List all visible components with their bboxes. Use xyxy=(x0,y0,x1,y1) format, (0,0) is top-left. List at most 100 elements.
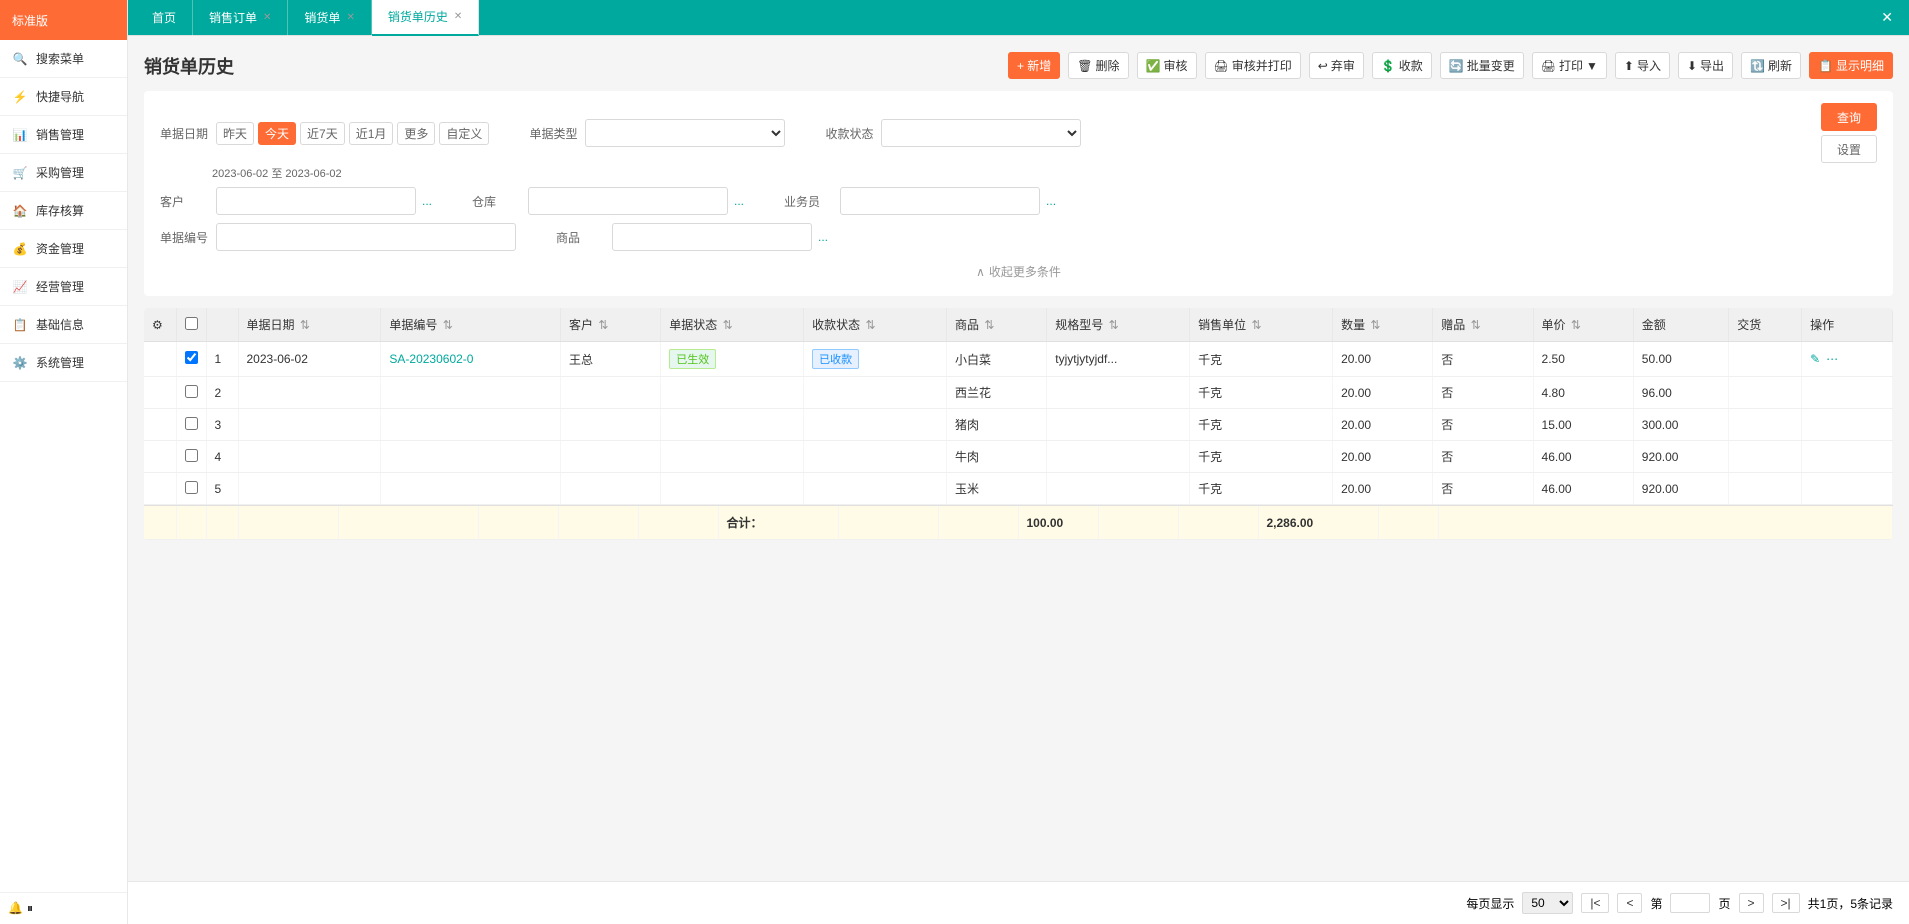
row-checkbox-cell[interactable] xyxy=(176,342,206,377)
date-range-display: 2023-06-02 至 2023-06-02 xyxy=(212,165,1877,181)
row-checkbox[interactable] xyxy=(185,417,198,430)
select-all-checkbox[interactable] xyxy=(185,317,198,330)
delete-button[interactable]: 🗑 删除 xyxy=(1068,52,1128,79)
doc-no-input[interactable] xyxy=(216,223,516,251)
page-number-input[interactable]: 1 xyxy=(1670,893,1710,913)
export-button[interactable]: ⬇ 导出 xyxy=(1678,52,1733,79)
warehouse-picker-icon[interactable]: ... xyxy=(734,194,744,208)
goods-col-header[interactable]: 商品 ⇅ xyxy=(947,308,1047,342)
customer-input[interactable] xyxy=(216,187,416,215)
rownum-cell: 2 xyxy=(206,377,238,409)
docno-col-header[interactable]: 单据编号 ⇅ xyxy=(381,308,561,342)
abandon-button[interactable]: ↩ 弃审 xyxy=(1309,52,1364,79)
next-page-button[interactable]: > xyxy=(1739,893,1764,913)
refresh-button[interactable]: 🔃 刷新 xyxy=(1741,52,1801,79)
customer-cell xyxy=(561,377,661,409)
tab-sales-order[interactable]: 销售订单 ✕ xyxy=(193,0,288,36)
row-checkbox-cell[interactable] xyxy=(176,409,206,441)
edit-link[interactable]: ✎ xyxy=(1810,352,1820,366)
sidebar-item-quick-nav[interactable]: ⚡ 快捷导航 xyxy=(0,78,127,116)
date-cell xyxy=(238,441,381,473)
row-checkbox[interactable] xyxy=(185,385,198,398)
last-page-button[interactable]: >| xyxy=(1772,893,1800,913)
show-detail-button[interactable]: 📋 显示明细 xyxy=(1809,52,1893,79)
sidebar-bottom-icon1[interactable]: 🔔 xyxy=(8,901,23,916)
date-btn-today[interactable]: 今天 xyxy=(258,122,296,145)
sidebar-item-inventory[interactable]: 🏠 库存核算 xyxy=(0,192,127,230)
print-button[interactable]: 🖨 打印 ▼ xyxy=(1532,52,1607,79)
date-col-header[interactable]: 单据日期 ⇅ xyxy=(238,308,381,342)
row-checkbox[interactable] xyxy=(185,449,198,462)
tab-sales-history[interactable]: 销货单历史 ✕ xyxy=(372,0,479,36)
trade-cell xyxy=(1729,409,1802,441)
row-checkbox-cell[interactable] xyxy=(176,377,206,409)
doc-no-label: 单据编号 xyxy=(160,229,210,246)
doc-type-select[interactable] xyxy=(585,119,785,147)
tab-sales-order-close[interactable]: ✕ xyxy=(263,12,271,23)
customer-picker-icon[interactable]: ... xyxy=(422,194,432,208)
prev-page-button[interactable]: < xyxy=(1617,893,1642,913)
staff-picker-icon[interactable]: ... xyxy=(1046,194,1056,208)
spec-col-header[interactable]: 规格型号 ⇅ xyxy=(1047,308,1190,342)
unit-col-header[interactable]: 销售单位 ⇅ xyxy=(1190,308,1333,342)
row-checkbox[interactable] xyxy=(185,481,198,494)
batch-change-button[interactable]: 🔄 批量变更 xyxy=(1440,52,1524,79)
settings-col-header[interactable]: ⚙ xyxy=(144,308,176,342)
customer-col-header[interactable]: 客户 ⇅ xyxy=(561,308,661,342)
finance-icon: 💰 xyxy=(12,241,28,257)
audit-button[interactable]: ✅ 审核 xyxy=(1137,52,1197,79)
collect-status-select[interactable] xyxy=(881,119,1081,147)
per-page-label: 每页显示 xyxy=(1466,895,1514,912)
date-btn-1month[interactable]: 近1月 xyxy=(349,122,394,145)
collect-button[interactable]: 💲 收款 xyxy=(1372,52,1432,79)
settings-button[interactable]: 设置 xyxy=(1821,135,1877,163)
price-cell: 46.00 xyxy=(1533,441,1633,473)
tab-home[interactable]: 首页 xyxy=(136,0,193,36)
export-icon: ⬇ xyxy=(1687,59,1697,73)
sidebar-item-operation[interactable]: 📈 经营管理 xyxy=(0,268,127,306)
new-button[interactable]: + 新增 xyxy=(1008,52,1060,79)
sidebar-item-system[interactable]: ⚙️ 系统管理 xyxy=(0,344,127,382)
import-button[interactable]: ⬆ 导入 xyxy=(1615,52,1670,79)
docno-cell[interactable]: SA-20230602-0 xyxy=(381,342,561,377)
qty-col-header[interactable]: 数量 ⇅ xyxy=(1333,308,1433,342)
sidebar-item-purchase[interactable]: 🛒 采购管理 xyxy=(0,154,127,192)
docno-cell[interactable] xyxy=(381,473,561,505)
sidebar-item-sales[interactable]: 📊 销售管理 xyxy=(0,116,127,154)
docno-cell[interactable] xyxy=(381,409,561,441)
goods-cell: 玉米 xyxy=(947,473,1047,505)
warehouse-input[interactable] xyxy=(528,187,728,215)
gift-col-header[interactable]: 赠品 ⇅ xyxy=(1433,308,1533,342)
docno-cell[interactable] xyxy=(381,377,561,409)
goods-picker-icon[interactable]: ... xyxy=(818,230,828,244)
date-btn-7days[interactable]: 近7天 xyxy=(300,122,345,145)
tab-sales-history-close[interactable]: ✕ xyxy=(454,11,462,22)
sidebar-bottom-icon2[interactable]: ⏸ xyxy=(27,901,33,916)
goods-input[interactable] xyxy=(612,223,812,251)
query-button[interactable]: 查询 xyxy=(1821,103,1877,131)
more-link[interactable]: ⋯ xyxy=(1826,352,1838,366)
date-btn-custom[interactable]: 自定义 xyxy=(439,122,489,145)
audit-print-button[interactable]: 🖨 审核并打印 xyxy=(1205,52,1301,79)
date-btn-yesterday[interactable]: 昨天 xyxy=(216,122,254,145)
staff-input[interactable] xyxy=(840,187,1040,215)
sidebar-item-search-menu[interactable]: 🔍 搜索菜单 xyxy=(0,40,127,78)
collectstatus-col-header[interactable]: 收款状态 ⇅ xyxy=(804,308,947,342)
docstatus-col-header[interactable]: 单据状态 ⇅ xyxy=(661,308,804,342)
tab-sales-delivery-close[interactable]: ✕ xyxy=(346,12,354,23)
collapse-button[interactable]: ∧ 收起更多条件 xyxy=(160,259,1877,284)
date-btn-more[interactable]: 更多 xyxy=(397,122,435,145)
row-checkbox-cell[interactable] xyxy=(176,473,206,505)
row-checkbox[interactable] xyxy=(185,351,198,364)
sidebar-item-basic[interactable]: 📋 基础信息 xyxy=(0,306,127,344)
first-page-button[interactable]: |< xyxy=(1581,893,1609,913)
docno-cell[interactable] xyxy=(381,441,561,473)
trade-cell xyxy=(1729,473,1802,505)
price-col-header[interactable]: 单价 ⇅ xyxy=(1533,308,1633,342)
audit-icon: ✅ xyxy=(1146,59,1161,73)
sidebar-item-finance[interactable]: 💰 资金管理 xyxy=(0,230,127,268)
window-close-icon[interactable]: ✕ xyxy=(1881,9,1901,26)
tab-sales-delivery[interactable]: 销货单 ✕ xyxy=(288,0,371,36)
row-checkbox-cell[interactable] xyxy=(176,441,206,473)
per-page-select[interactable]: 50 100 xyxy=(1522,892,1573,914)
